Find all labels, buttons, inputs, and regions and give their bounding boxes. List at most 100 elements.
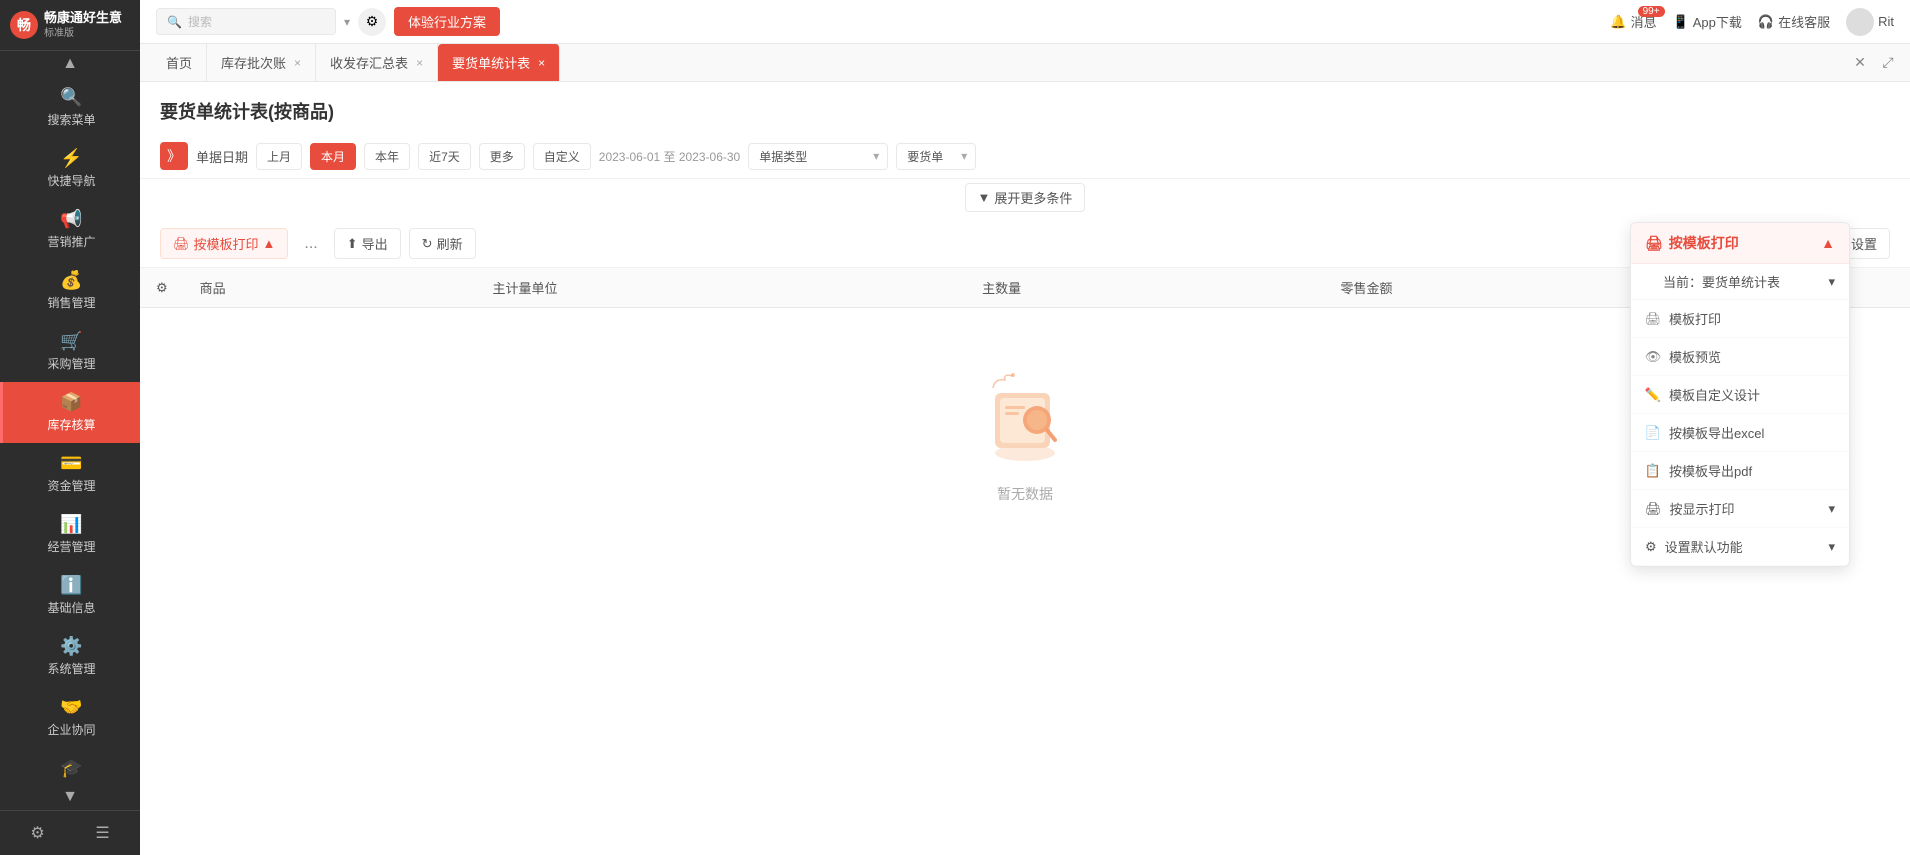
print-btn[interactable]: 🖨 按模板打印 ▲	[160, 228, 288, 259]
table-settings-icon[interactable]: ⚙	[156, 280, 168, 295]
menu-footer-btn[interactable]: ☰	[91, 819, 113, 847]
dropdown-header[interactable]: 🖨 按模板打印 ▲	[1631, 223, 1849, 264]
export-label: 导出	[362, 234, 388, 253]
expand-more-row: ▼ 展开更多条件	[140, 179, 1910, 220]
date-more-btn[interactable]: 更多	[479, 143, 525, 170]
sidebar-item-basic[interactable]: ℹ️ 基础信息	[0, 565, 140, 626]
page-title: 要货单统计表(按商品)	[160, 98, 1890, 124]
setting-label: 设置	[1851, 234, 1877, 253]
window-close-btn[interactable]: ✕	[1850, 53, 1870, 73]
template-print-icon: 🖨	[1645, 311, 1661, 327]
sidebar-scroll-down[interactable]: ▼	[0, 784, 140, 810]
sidebar-item-label: 资金管理	[47, 477, 95, 494]
more-options-btn[interactable]: ...	[296, 231, 325, 257]
sidebar-item-purchase[interactable]: 🛒 采购管理	[0, 321, 140, 382]
dropdown-item-template-excel[interactable]: 📄 按模板导出excel	[1631, 414, 1849, 452]
user-name: Rit	[1878, 14, 1894, 29]
settings-footer-btn[interactable]: ⚙	[26, 819, 48, 847]
main-area: 🔍 搜索 ▾ ⚙ 体验行业方案 🔔 消息 99+ 📱 App下载 🎧 在线客服 …	[140, 0, 1910, 855]
tab-inventory-batch-close[interactable]: ×	[294, 56, 301, 70]
template-preview-label: 模板预览	[1669, 347, 1721, 366]
dropdown-current-item[interactable]: 当前：要货单统计表 ▾	[1631, 264, 1849, 300]
sidebar-scroll-up[interactable]: ▲	[0, 51, 140, 77]
bell-icon: 🔔	[1610, 14, 1626, 30]
user-menu-btn[interactable]: Rit	[1846, 8, 1894, 36]
shortcut-icon: ⚡	[60, 148, 82, 169]
tab-inventory-batch-label: 库存批次账	[221, 53, 286, 72]
tab-window-controls: ✕ ⤢	[1850, 53, 1898, 73]
search-dropdown-btn[interactable]: ▾	[344, 15, 350, 29]
sidebar-item-enterprise[interactable]: 🤝 企业协同	[0, 687, 140, 748]
dropdown-item-template-print[interactable]: 🖨 模板打印	[1631, 300, 1849, 338]
dropdown-item-template-custom[interactable]: ✏️ 模板自定义设计	[1631, 376, 1849, 414]
dropdown-item-template-preview[interactable]: 👁 模板预览	[1631, 338, 1849, 376]
tab-collection-summary-label: 收发存汇总表	[330, 53, 408, 72]
topbar-gear-btn[interactable]: ⚙	[358, 8, 386, 36]
search-box[interactable]: 🔍 搜索	[156, 8, 336, 35]
sidebar: 畅 畅康通好生意 标准版 ▲ 🔍 搜索菜单 ⚡ 快捷导航 📢 营销推广 💰 销售…	[0, 0, 140, 855]
window-maximize-btn[interactable]: ⤢	[1878, 53, 1898, 73]
sidebar-item-system[interactable]: ⚙️ 系统管理	[0, 626, 140, 687]
sidebar-item-sales[interactable]: 💰 销售管理	[0, 260, 140, 321]
purchase-icon: 🛒	[60, 331, 82, 352]
dropdown-item-display-print[interactable]: 🖨 按显示打印 ▾	[1631, 490, 1849, 528]
date-this-month-btn[interactable]: 本月	[310, 143, 356, 170]
bill-type-select[interactable]: 单据类型	[748, 143, 888, 170]
template-excel-icon: 📄	[1645, 425, 1661, 441]
tab-order-stats[interactable]: 要货单统计表 ×	[438, 44, 560, 81]
sidebar-logo: 畅 畅康通好生意 标准版	[0, 0, 140, 51]
logo-icon: 畅	[10, 11, 38, 39]
tab-order-stats-close[interactable]: ×	[538, 56, 545, 70]
marketing-icon: 📢	[60, 209, 82, 230]
tab-collection-summary-close[interactable]: ×	[416, 56, 423, 70]
set-default-icon: ⚙	[1645, 539, 1657, 555]
industry-btn[interactable]: 体验行业方案	[394, 7, 500, 36]
sidebar-item-search[interactable]: 🔍 搜索菜单	[0, 77, 140, 138]
sidebar-item-inventory[interactable]: 📦 库存核算	[0, 382, 140, 443]
template-pdf-label: 按模板导出pdf	[1669, 461, 1752, 480]
sidebar-item-shortcut[interactable]: ⚡ 快捷导航	[0, 138, 140, 199]
sidebar-item-label: 快捷导航	[47, 172, 95, 189]
system-icon: ⚙️	[60, 636, 82, 657]
expand-more-btn[interactable]: ▼ 展开更多条件	[965, 183, 1086, 212]
col-quantity: 主数量	[966, 268, 1324, 308]
print-label: 按模板打印	[194, 234, 259, 253]
refresh-btn[interactable]: ↻ 刷新	[409, 228, 476, 259]
app-title: 畅康通好生意	[44, 10, 122, 27]
sales-icon: 💰	[60, 270, 82, 291]
dropdown-chevron-up[interactable]: ▲	[1821, 235, 1835, 251]
app-download-btn[interactable]: 📱 App下载	[1673, 12, 1742, 31]
sidebar-item-guide[interactable]: 🎓 新手引导	[0, 748, 140, 784]
sidebar-item-label: 库存核算	[47, 416, 95, 433]
search-icon: 🔍	[167, 15, 182, 29]
tab-inventory-batch[interactable]: 库存批次账 ×	[207, 44, 316, 81]
refresh-label: 刷新	[437, 234, 463, 253]
sidebar-item-operations[interactable]: 📊 经营管理	[0, 504, 140, 565]
date-this-year-btn[interactable]: 本年	[364, 143, 410, 170]
template-preview-icon: 👁	[1645, 349, 1661, 365]
yaohuodan-select[interactable]: 要货单	[896, 143, 976, 170]
date-label: 单据日期	[196, 147, 248, 166]
date-7days-btn[interactable]: 近7天	[418, 143, 471, 170]
dropdown-current-label: 当前：要货单统计表	[1663, 272, 1780, 291]
expand-more-label: 展开更多条件	[994, 188, 1072, 207]
tab-order-stats-label: 要货单统计表	[452, 53, 530, 72]
tab-collection-summary[interactable]: 收发存汇总表 ×	[316, 44, 438, 81]
headset-icon: 🎧	[1758, 14, 1774, 30]
expand-filter-btn[interactable]: 》	[160, 142, 188, 170]
notifications-btn[interactable]: 🔔 消息 99+	[1610, 12, 1656, 31]
finance-icon: 💳	[60, 453, 82, 474]
display-print-icon: 🖨	[1645, 501, 1662, 517]
date-last-month-btn[interactable]: 上月	[256, 143, 302, 170]
sidebar-item-finance[interactable]: 💳 资金管理	[0, 443, 140, 504]
online-service-btn[interactable]: 🎧 在线客服	[1758, 12, 1830, 31]
dropdown-item-template-pdf[interactable]: 📋 按模板导出pdf	[1631, 452, 1849, 490]
sidebar-item-marketing[interactable]: 📢 营销推广	[0, 199, 140, 260]
dropdown-item-set-default[interactable]: ⚙ 设置默认功能 ▾	[1631, 528, 1849, 566]
date-custom-btn[interactable]: 自定义	[533, 143, 591, 170]
print-chevron-up: ▲	[263, 236, 276, 251]
col-settings[interactable]: ⚙	[140, 268, 184, 308]
tab-home[interactable]: 首页	[152, 44, 207, 81]
sidebar-item-label: 经营管理	[47, 538, 95, 555]
export-btn[interactable]: ⬆ 导出	[334, 228, 401, 259]
